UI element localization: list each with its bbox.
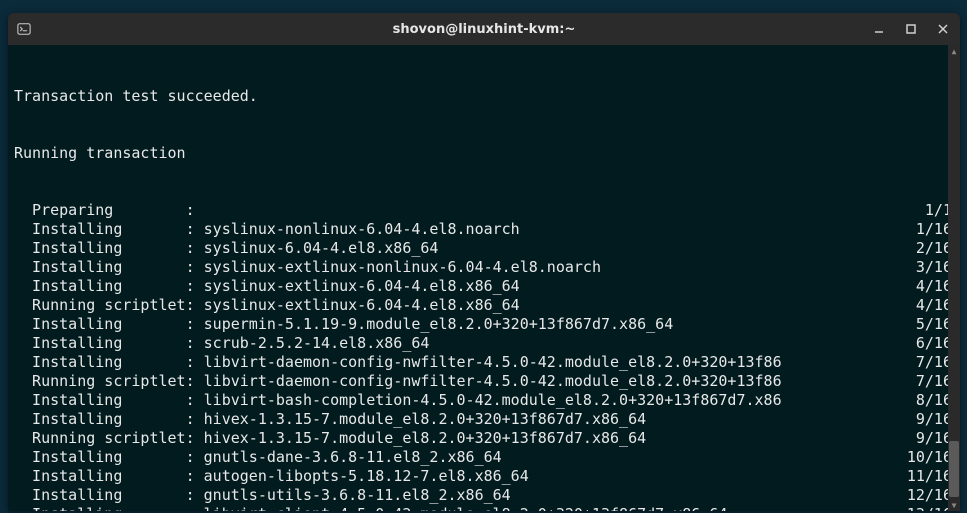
action-text: Installing : — [14, 448, 195, 467]
action-text: Installing : — [14, 410, 195, 429]
package-text: hivex-1.3.15-7.module_el8.2.0+320+13f867… — [195, 429, 909, 448]
output-line: Installing : scrub-2.5.2-14.el8.x86_646/… — [14, 334, 954, 353]
action-text: Installing : — [14, 315, 195, 334]
output-line: Installing : syslinux-6.04-4.el8.x86_642… — [14, 239, 954, 258]
output-line: Installing : libvirt-daemon-config-nwfil… — [14, 353, 954, 372]
output-line: Installing : supermin-5.1.19-9.module_el… — [14, 315, 954, 334]
package-text: gnutls-utils-3.6.8-11.el8_2.x86_64 — [195, 486, 907, 505]
action-text: Installing : — [14, 334, 195, 353]
progress-count: 12/16 — [907, 486, 954, 505]
progress-count: 11/16 — [907, 467, 954, 486]
action-text: Installing : — [14, 486, 195, 505]
output-line: Transaction test succeeded. — [14, 87, 954, 106]
scroll-up-icon[interactable]: ▲ — [948, 45, 960, 57]
package-text: scrub-2.5.2-14.el8.x86_64 — [195, 334, 909, 353]
maximize-button[interactable] — [902, 20, 920, 38]
package-text: libvirt-client-4.5.0-42.module_el8.2.0+3… — [195, 505, 907, 511]
action-text: Installing : — [14, 467, 195, 486]
package-text: autogen-libopts-5.18.12-7.el8.x86_64 — [195, 467, 907, 486]
package-text: libvirt-daemon-config-nwfilter-4.5.0-42.… — [195, 353, 909, 372]
action-text: Preparing : — [14, 201, 195, 220]
package-text: supermin-5.1.19-9.module_el8.2.0+320+13f… — [195, 315, 909, 334]
window-title: shovon@linuxhint-kvm:~ — [8, 22, 960, 37]
package-text: syslinux-6.04-4.el8.x86_64 — [195, 239, 909, 258]
output-line: Installing : gnutls-utils-3.6.8-11.el8_2… — [14, 486, 954, 505]
action-text: Installing : — [14, 258, 195, 277]
minimize-button[interactable] — [870, 20, 888, 38]
action-text: Running scriptlet: — [14, 296, 195, 315]
window-controls — [870, 20, 952, 38]
output-line: Installing : gnutls-dane-3.6.8-11.el8_2.… — [14, 448, 954, 467]
action-text: Installing : — [14, 277, 195, 296]
output-line: Installing : autogen-libopts-5.18.12-7.e… — [14, 467, 954, 486]
action-text: Running scriptlet: — [14, 372, 195, 391]
action-text: Installing : — [14, 505, 195, 511]
output-line: Running scriptlet: hivex-1.3.15-7.module… — [14, 429, 954, 448]
titlebar: shovon@linuxhint-kvm:~ — [8, 13, 960, 45]
package-text: syslinux-nonlinux-6.04-4.el8.noarch — [195, 220, 909, 239]
package-text: syslinux-extlinux-6.04-4.el8.x86_64 — [195, 296, 909, 315]
action-text: Installing : — [14, 220, 195, 239]
output-line: Running scriptlet: syslinux-extlinux-6.0… — [14, 296, 954, 315]
action-text: Installing : — [14, 353, 195, 372]
progress-count: 10/16 — [907, 448, 954, 467]
output-line: Running scriptlet: libvirt-daemon-config… — [14, 372, 954, 391]
terminal-icon — [16, 21, 32, 37]
package-text: syslinux-extlinux-nonlinux-6.04-4.el8.no… — [195, 258, 909, 277]
package-text: libvirt-bash-completion-4.5.0-42.module_… — [195, 391, 909, 410]
close-button[interactable] — [934, 20, 952, 38]
vertical-scrollbar[interactable]: ▲ ▼ — [948, 45, 960, 511]
package-text: gnutls-dane-3.6.8-11.el8_2.x86_64 — [195, 448, 907, 467]
progress-count: 13/16 — [907, 505, 954, 511]
terminal-window: shovon@linuxhint-kvm:~ Transaction test … — [8, 13, 960, 511]
output-line: Installing : libvirt-client-4.5.0-42.mod… — [14, 505, 954, 511]
action-text: Installing : — [14, 239, 195, 258]
package-text: syslinux-extlinux-6.04-4.el8.x86_64 — [195, 277, 909, 296]
output-line: Installing : syslinux-nonlinux-6.04-4.el… — [14, 220, 954, 239]
output-line: Installing : hivex-1.3.15-7.module_el8.2… — [14, 410, 954, 429]
output-line: Preparing :1/1 — [14, 201, 954, 220]
output-line: Installing : libvirt-bash-completion-4.5… — [14, 391, 954, 410]
action-text: Running scriptlet: — [14, 429, 195, 448]
output-line: Installing : syslinux-extlinux-nonlinux-… — [14, 258, 954, 277]
package-text — [195, 201, 909, 220]
scroll-thumb[interactable] — [949, 441, 959, 497]
package-text: libvirt-daemon-config-nwfilter-4.5.0-42.… — [195, 372, 909, 391]
scroll-down-icon[interactable]: ▼ — [948, 499, 960, 511]
package-text: hivex-1.3.15-7.module_el8.2.0+320+13f867… — [195, 410, 909, 429]
action-text: Installing : — [14, 391, 195, 410]
output-line: Installing : syslinux-extlinux-6.04-4.el… — [14, 277, 954, 296]
terminal-output: Transaction test succeeded. Running tran… — [8, 45, 960, 511]
output-line: Running transaction — [14, 144, 954, 163]
